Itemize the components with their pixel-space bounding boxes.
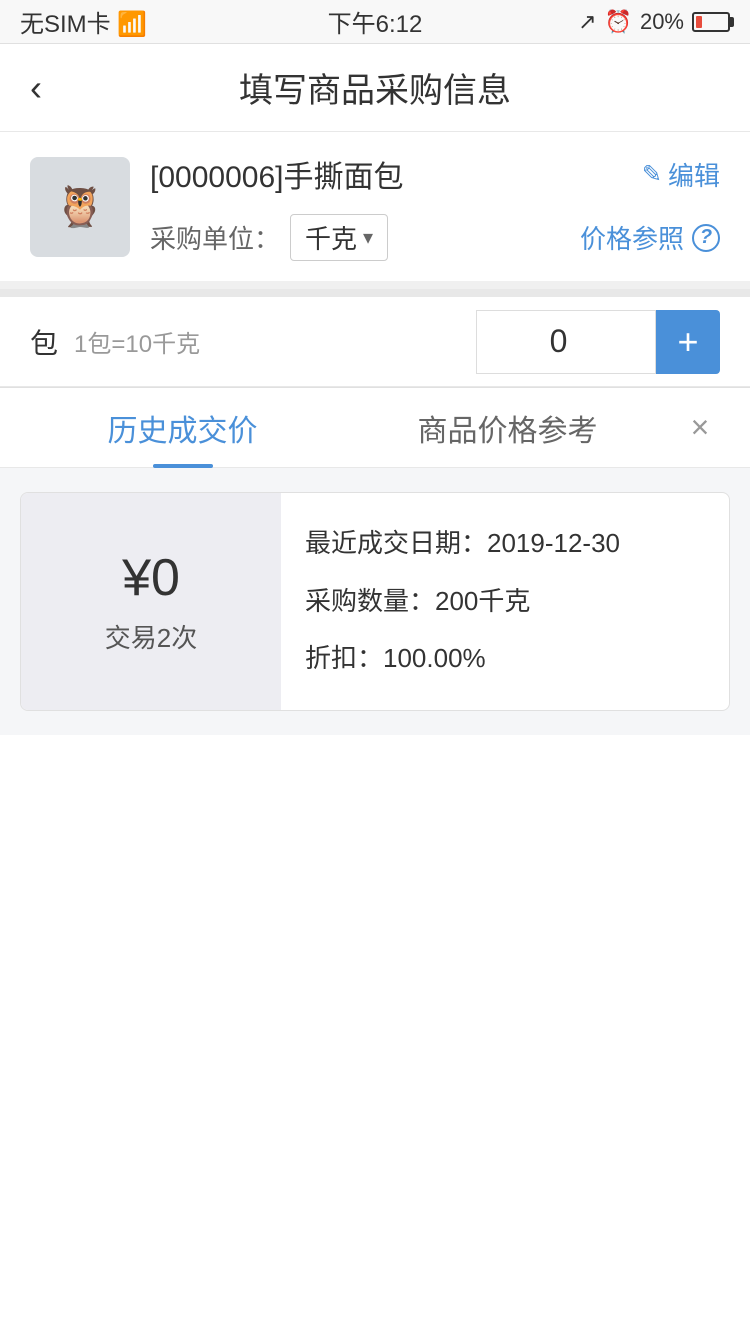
status-right: ↗ ⏰ 20%	[578, 9, 730, 35]
purchase-qty-row: 采购数量：200千克	[305, 581, 705, 623]
recent-date-row: 最近成交日期：2019-12-30	[305, 523, 705, 565]
quantity-unit-label: 包	[30, 322, 58, 362]
sim-status: 无SIM卡	[20, 11, 117, 38]
history-price: ¥0	[122, 548, 180, 608]
tab2-label: 商品价格参考	[418, 406, 598, 450]
battery-fill	[696, 16, 702, 28]
status-time: 下午6:12	[328, 4, 423, 39]
product-section: 🦉 [0000006]手撕面包 ✎ 编辑 采购单位： 千克 ▾	[0, 132, 750, 281]
battery-percent: 20%	[640, 9, 684, 35]
location-icon: ↗	[578, 9, 596, 35]
unit-selector[interactable]: 千克 ▾	[290, 214, 388, 261]
help-icon: ?	[692, 224, 720, 252]
product-thumbnail-icon: 🦉	[55, 183, 105, 230]
question-mark: ?	[700, 226, 712, 249]
purchase-qty-value: 200千克	[435, 586, 530, 616]
price-ref-label: 价格参照	[580, 219, 684, 256]
tab-content: ¥0 交易2次 最近成交日期：2019-12-30 采购数量：200千克 折扣：…	[0, 468, 750, 735]
quantity-input-wrap: +	[476, 310, 720, 374]
main-content	[0, 735, 750, 1335]
tab1-label: 历史成交价	[108, 406, 258, 450]
product-code: [0000006]	[150, 161, 283, 194]
back-button[interactable]: ‹	[30, 67, 90, 109]
discount-row: 折扣：100.00%	[305, 638, 705, 680]
history-left: ¥0 交易2次	[21, 493, 281, 710]
quantity-sublabel: 1包=10千克	[74, 324, 476, 359]
history-card: ¥0 交易2次 最近成交日期：2019-12-30 采购数量：200千克 折扣：…	[20, 492, 730, 711]
purchase-row: 采购单位： 千克 ▾ 价格参照 ?	[150, 214, 720, 261]
battery-icon	[692, 12, 730, 32]
status-left: 无SIM卡 📶	[20, 4, 147, 39]
tab-close-button[interactable]: ×	[670, 398, 730, 458]
product-info: [0000006]手撕面包 ✎ 编辑 采购单位： 千克 ▾ 价格参照	[150, 152, 720, 261]
quantity-section: 包 1包=10千克 +	[0, 297, 750, 387]
section-divider	[0, 289, 750, 297]
history-trades: 交易2次	[105, 618, 197, 655]
product-row: 🦉 [0000006]手撕面包 ✎ 编辑 采购单位： 千克 ▾	[30, 152, 720, 261]
unit-value: 千克	[305, 219, 357, 256]
tab-price-ref[interactable]: 商品价格参考	[345, 388, 670, 468]
dropdown-arrow-icon: ▾	[363, 225, 373, 250]
edit-button[interactable]: ✎ 编辑	[642, 156, 720, 193]
discount-value: 100.00%	[383, 643, 486, 673]
quantity-input[interactable]	[476, 310, 656, 374]
tab-panel: 历史成交价 商品价格参考 × ¥0 交易2次 最近成交日期：2019-12-30…	[0, 387, 750, 735]
tab-header: 历史成交价 商品价格参考 ×	[0, 388, 750, 468]
status-bar: 无SIM卡 📶 下午6:12 ↗ ⏰ 20%	[0, 0, 750, 44]
history-right: 最近成交日期：2019-12-30 采购数量：200千克 折扣：100.00%	[281, 493, 729, 710]
purchase-unit: 采购单位： 千克 ▾	[150, 214, 388, 261]
nav-bar: ‹ 填写商品采购信息	[0, 44, 750, 132]
product-image: 🦉	[30, 157, 130, 257]
product-header: [0000006]手撕面包 ✎ 编辑	[150, 152, 720, 196]
edit-icon: ✎	[642, 160, 662, 189]
discount-label: 折扣：	[305, 643, 383, 673]
edit-label: 编辑	[668, 156, 720, 193]
recent-date-label: 最近成交日期：	[305, 528, 487, 558]
purchase-qty-label: 采购数量：	[305, 586, 435, 616]
wifi-icon: 📶	[117, 11, 147, 38]
quantity-plus-button[interactable]: +	[656, 310, 720, 374]
purchase-unit-label: 采购单位：	[150, 219, 280, 256]
tab-history-price[interactable]: 历史成交价	[20, 388, 345, 468]
product-name: [0000006]手撕面包	[150, 152, 403, 196]
alarm-icon: ⏰	[605, 9, 632, 35]
recent-date-value: 2019-12-30	[487, 528, 620, 558]
price-ref-button[interactable]: 价格参照 ?	[580, 219, 720, 256]
product-title: 手撕面包	[283, 161, 403, 194]
page-title: 填写商品采购信息	[239, 63, 511, 112]
